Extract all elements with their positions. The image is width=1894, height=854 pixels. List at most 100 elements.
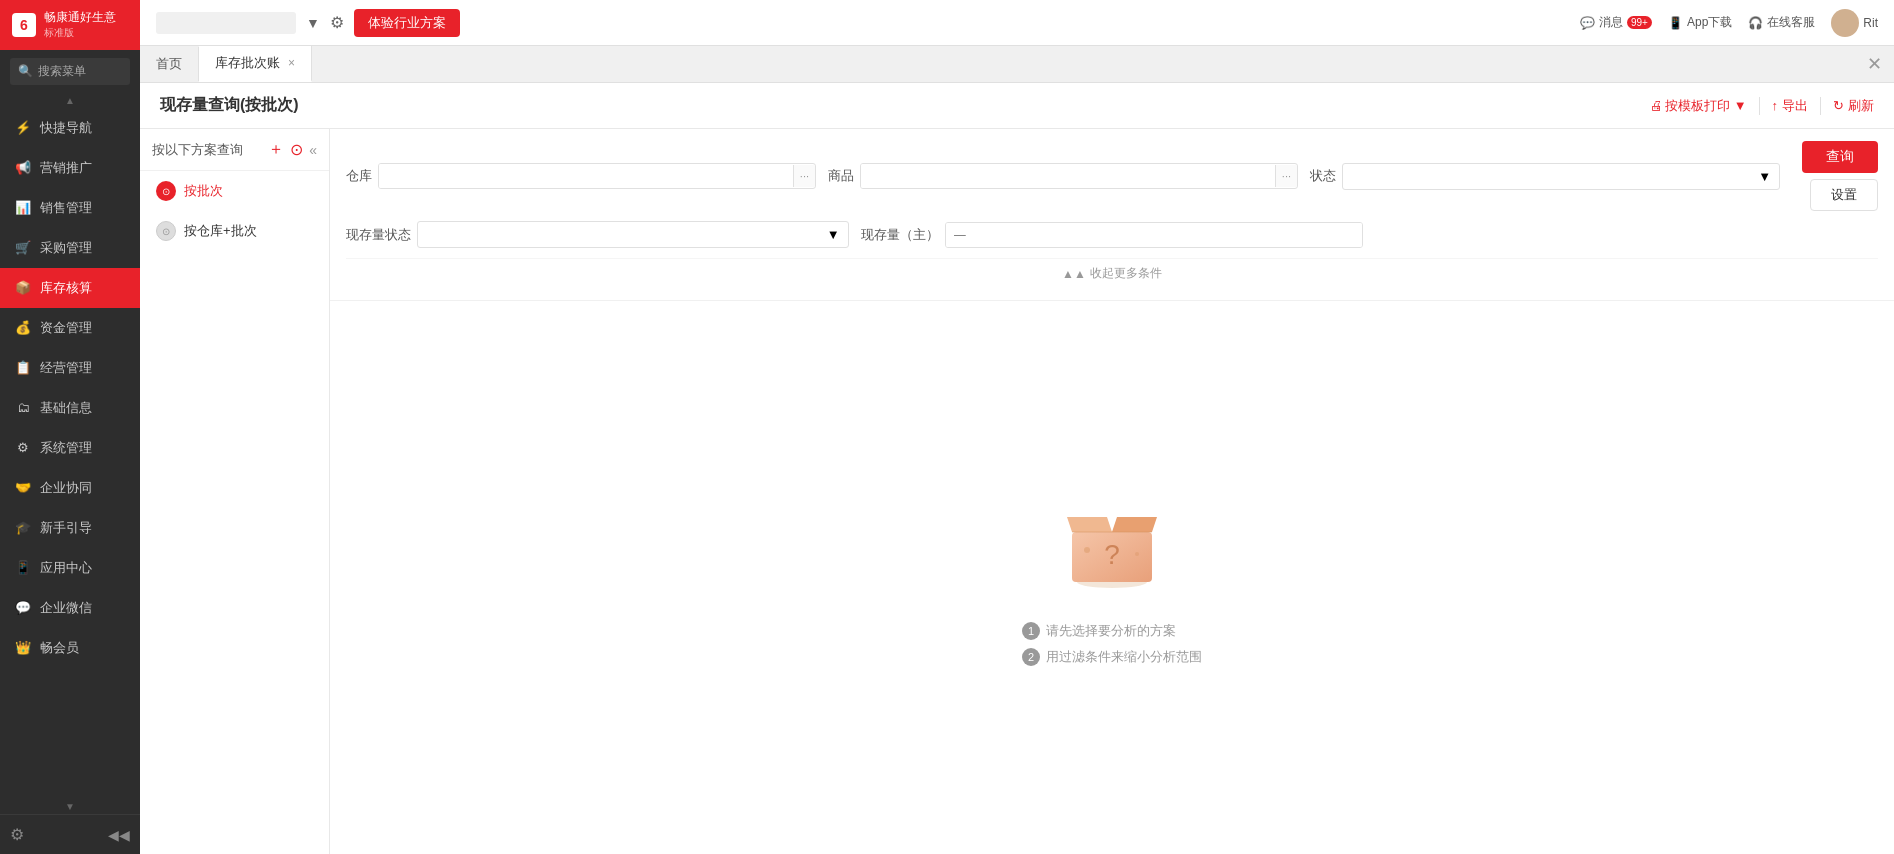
plan-settings-button[interactable]: ⊙ (290, 140, 303, 159)
warehouse-input[interactable] (379, 164, 793, 188)
collapse-left-panel-button[interactable]: « (309, 142, 317, 158)
topbar-gear-button[interactable]: ⚙ (330, 13, 344, 32)
toggle-sidebar-button[interactable]: ◀◀ (108, 827, 130, 843)
empty-state: ? 1 请先选择要分析的方案 2 用过滤条件来缩小分析范围 (330, 301, 1894, 854)
product-more-icon[interactable]: ··· (1275, 165, 1297, 187)
product-filter-group: 商品 ··· (828, 163, 1298, 189)
sidebar-item-shortcut[interactable]: ⚡ 快捷导航 (0, 108, 140, 148)
message-label: 消息 (1599, 14, 1623, 31)
sidebar-item-system[interactable]: ⚙ 系统管理 (0, 428, 140, 468)
experience-industry-button[interactable]: 体验行业方案 (354, 9, 460, 37)
plan-batch-icon: ⊙ (156, 181, 176, 201)
status-select[interactable]: ▼ (1342, 163, 1780, 190)
inventory-amount-input[interactable] (946, 223, 1363, 247)
topbar-dropdown-button[interactable]: ▼ (306, 15, 320, 31)
scroll-up-indicator[interactable]: ▲ (0, 93, 140, 108)
sidebar-item-sales[interactable]: 📊 销售管理 (0, 188, 140, 228)
search-icon: 🔍 (18, 64, 33, 78)
sidebar-item-finance[interactable]: 💰 资金管理 (0, 308, 140, 348)
enterprise-icon: 🤝 (14, 479, 32, 497)
topbar-search-input[interactable] (156, 12, 296, 34)
inventory-status-label: 现存量状态 (346, 226, 411, 244)
scroll-down-indicator[interactable]: ▼ (0, 799, 140, 814)
plan-batch-label: 按批次 (184, 182, 223, 200)
page-body: 现存量查询(按批次) 🖨 按模板打印 ▼ ↑ 导出 ↻ 刷新 (140, 83, 1894, 854)
newbie-label: 新手引导 (40, 519, 92, 537)
sidebar-item-purchase[interactable]: 🛒 采购管理 (0, 228, 140, 268)
svg-marker-2 (1067, 517, 1112, 532)
collapse-label: 收起更多条件 (1090, 265, 1162, 282)
plan-item-warehouse-batch[interactable]: ⊙ 按仓库+批次 (140, 211, 329, 251)
sidebar-item-wechat[interactable]: 💬 企业微信 (0, 588, 140, 628)
edition-label: 标准版 (44, 26, 116, 40)
settings-button[interactable]: 设置 (1810, 179, 1878, 211)
system-label: 系统管理 (40, 439, 92, 457)
sidebar-item-newbie[interactable]: 🎓 新手引导 (0, 508, 140, 548)
purchase-label: 采购管理 (40, 239, 92, 257)
product-field-container: ··· (860, 163, 1298, 189)
finance-icon: 💰 (14, 319, 32, 337)
left-panel-header: 按以下方案查询 ＋ ⊙ « (140, 129, 329, 171)
sidebar-item-member[interactable]: 👑 畅会员 (0, 628, 140, 668)
refresh-label: 刷新 (1848, 97, 1874, 115)
sidebar-item-appstore[interactable]: 📱 应用中心 (0, 548, 140, 588)
print-dropdown-icon: ▼ (1734, 98, 1747, 113)
logo: 6 (12, 13, 36, 37)
warehouse-more-icon[interactable]: ··· (793, 165, 815, 187)
tab-home[interactable]: 首页 (140, 47, 199, 81)
topbar-left: ▼ ⚙ 体验行业方案 (156, 9, 460, 37)
empty-illustration: ? (1052, 482, 1172, 602)
empty-tip-2: 2 用过滤条件来缩小分析范围 (1022, 648, 1202, 666)
topbar-search-container (156, 12, 296, 34)
page-header-actions: 🖨 按模板打印 ▼ ↑ 导出 ↻ 刷新 (1650, 97, 1874, 115)
search-menu-button[interactable]: 🔍 搜索菜单 (10, 58, 130, 85)
sidebar: 6 畅康通好生意 标准版 🔍 搜索菜单 ▲ ⚡ 快捷导航 📢 营销推广 📊 销售… (0, 0, 140, 854)
sidebar-item-enterprise[interactable]: 🤝 企业协同 (0, 468, 140, 508)
add-plan-button[interactable]: ＋ (268, 139, 284, 160)
status-filter-label: 状态 (1310, 167, 1336, 185)
app-download-action[interactable]: 📱 App下载 (1668, 14, 1732, 31)
close-tab-area-button[interactable]: ✕ (1855, 53, 1894, 75)
plan-item-batch[interactable]: ⊙ 按批次 (140, 171, 329, 211)
content-area: 按以下方案查询 ＋ ⊙ « ⊙ 按批次 ⊙ 按仓库+批次 (140, 129, 1894, 854)
message-badge: 99+ (1627, 16, 1652, 29)
print-button[interactable]: 🖨 按模板打印 ▼ (1650, 97, 1747, 115)
tip-2-number: 2 (1022, 648, 1040, 666)
basics-icon: 🗂 (14, 399, 32, 417)
tip-1-number: 1 (1022, 622, 1040, 640)
warehouse-field-container: ··· (378, 163, 816, 189)
operations-icon: 📋 (14, 359, 32, 377)
plan-warehouse-batch-icon: ⊙ (156, 221, 176, 241)
svg-text:?: ? (1104, 539, 1120, 570)
marketing-icon: 📢 (14, 159, 32, 177)
message-action[interactable]: 💬 消息 99+ (1580, 14, 1652, 31)
sidebar-item-inventory[interactable]: 📦 库存核算 (0, 268, 140, 308)
system-icon: ⚙ (14, 439, 32, 457)
filter-row-1: 仓库 ··· 商品 ··· (346, 141, 1878, 211)
tab-close-icon[interactable]: × (288, 56, 295, 70)
collapse-more-btn[interactable]: ▲▲ 收起更多条件 (346, 258, 1878, 288)
user-action[interactable]: Rit (1831, 9, 1878, 37)
product-filter-label: 商品 (828, 167, 854, 185)
query-button[interactable]: 查询 (1802, 141, 1878, 173)
inventory-amount-label: 现存量（主） (861, 226, 939, 244)
tab-inventory-batch[interactable]: 库存批次账 × (199, 46, 312, 82)
product-input[interactable] (861, 164, 1275, 188)
sidebar-footer: ⚙ ◀◀ (0, 814, 140, 854)
svg-marker-3 (1112, 517, 1157, 532)
inventory-status-select[interactable]: ▼ (417, 221, 849, 248)
topbar-right: 💬 消息 99+ 📱 App下载 🎧 在线客服 Rit (1580, 9, 1878, 37)
sidebar-item-operations[interactable]: 📋 经营管理 (0, 348, 140, 388)
sales-label: 销售管理 (40, 199, 92, 217)
sidebar-item-basics[interactable]: 🗂 基础信息 (0, 388, 140, 428)
plan-warehouse-batch-label: 按仓库+批次 (184, 222, 257, 240)
settings-icon-button[interactable]: ⚙ (10, 825, 24, 844)
enterprise-label: 企业协同 (40, 479, 92, 497)
header-divider-1 (1759, 97, 1760, 115)
online-service-action[interactable]: 🎧 在线客服 (1748, 14, 1815, 31)
export-button[interactable]: ↑ 导出 (1772, 97, 1809, 115)
sidebar-nav: ⚡ 快捷导航 📢 营销推广 📊 销售管理 🛒 采购管理 📦 库存核算 💰 资金管… (0, 108, 140, 799)
refresh-button[interactable]: ↻ 刷新 (1833, 97, 1874, 115)
sidebar-item-marketing[interactable]: 📢 营销推广 (0, 148, 140, 188)
online-service-label: 在线客服 (1767, 14, 1815, 31)
